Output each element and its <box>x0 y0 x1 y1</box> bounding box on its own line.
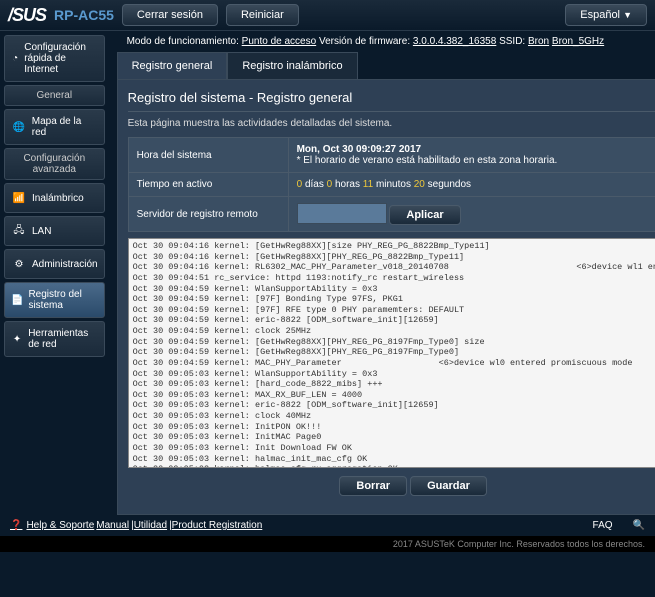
sidebar-item-network-map[interactable]: 🌐 Mapa de la red <box>4 109 105 145</box>
log-panel: Registro del sistema - Registro general … <box>117 79 655 515</box>
manual-link[interactable]: Manual <box>96 520 129 531</box>
sidebar-item-label: Registro del sistema <box>28 289 97 311</box>
system-time-label: Hora del sistema <box>128 138 288 173</box>
sidebar-item-label: Mapa de la red <box>32 116 98 138</box>
chevron-down-icon: ▼ <box>623 10 632 20</box>
globe-icon: 🌐 <box>11 119 27 135</box>
search-icon[interactable]: 🔍 <box>633 520 645 531</box>
sidebar-section-general: General <box>4 85 105 106</box>
firmware-link[interactable]: 3.0.0.4.382_16358 <box>413 36 496 47</box>
sidebar-item-network-tools[interactable]: ✦ Herramientas de red <box>4 321 105 357</box>
ssid-link-2[interactable]: Bron_5GHz <box>552 36 604 47</box>
sidebar-item-label: LAN <box>32 226 51 237</box>
apply-button[interactable]: Aplicar <box>389 205 460 225</box>
system-time-value: Mon, Oct 30 09:09:27 2017 <box>297 144 422 155</box>
help-link[interactable]: ❓ Help & Soporte <box>10 520 94 531</box>
sidebar-item-label: Herramientas de red <box>28 328 97 350</box>
remote-log-input[interactable] <box>297 203 387 224</box>
mode-label: Modo de funcionamiento: <box>127 36 239 47</box>
logout-button[interactable]: Cerrar sesión <box>122 4 218 26</box>
sidebar-item-quick-setup[interactable]: ◔ Configuración rápida de Internet <box>4 35 105 82</box>
header-bar: /SUS RP-AC55 Cerrar sesión Reiniciar Esp… <box>0 0 655 31</box>
row-system-time: Hora del sistema Mon, Oct 30 09:09:27 20… <box>128 138 655 173</box>
sidebar-item-administration[interactable]: ⚙ Administración <box>4 249 105 279</box>
content-area: Modo de funcionamiento: Punto de acceso … <box>109 31 655 515</box>
remote-log-label: Servidor de registro remoto <box>128 197 288 232</box>
row-remote-log: Servidor de registro remoto Aplicar <box>128 197 655 232</box>
help-label: Help & Soporte <box>26 520 94 531</box>
brand-logo: /SUS <box>8 5 46 26</box>
tab-bar: Registro general Registro inalámbrico <box>117 52 655 79</box>
uptime-days: 0 <box>297 179 303 190</box>
mode-link[interactable]: Punto de acceso <box>242 36 317 47</box>
panel-description: Esta página muestra las actividades deta… <box>128 118 655 129</box>
info-table: Hora del sistema Mon, Oct 30 09:09:27 20… <box>128 137 655 232</box>
faq-link[interactable]: FAQ <box>593 520 613 531</box>
uptime-seconds-unit: segundos <box>428 179 471 190</box>
wrench-icon: ✦ <box>11 331 23 347</box>
save-button[interactable]: Guardar <box>410 476 487 496</box>
uptime-minutes: 11 <box>363 179 373 190</box>
ssid-link-1[interactable]: Bron <box>528 36 549 47</box>
uptime-hours: 0 <box>327 179 333 190</box>
gauge-icon: ◔ <box>11 51 19 67</box>
gear-icon: ⚙ <box>11 256 27 272</box>
panel-title: Registro del sistema - Registro general <box>128 90 655 112</box>
sidebar: ◔ Configuración rápida de Internet Gener… <box>0 31 109 515</box>
lan-icon: 🖧 <box>11 223 27 239</box>
ssid-label: SSID: <box>499 36 525 47</box>
tab-general-log[interactable]: Registro general <box>117 52 228 79</box>
footer-bar: ❓ Help & Soporte Manual | Utilidad | Pro… <box>0 515 655 536</box>
uptime-seconds: 20 <box>414 179 425 190</box>
uptime-days-unit: días <box>305 179 324 190</box>
uptime-label: Tiempo en activo <box>128 173 288 197</box>
utility-link[interactable]: Utilidad <box>134 520 167 531</box>
question-icon: ❓ <box>10 520 22 531</box>
fw-label: Versión de firmware: <box>319 36 410 47</box>
sidebar-section-advanced: Configuración avanzada <box>4 148 105 180</box>
language-label: Español <box>580 9 620 21</box>
row-uptime: Tiempo en activo 0 días 0 horas 11 minut… <box>128 173 655 197</box>
clear-button[interactable]: Borrar <box>339 476 407 496</box>
sidebar-item-wireless[interactable]: 📶 Inalámbrico <box>4 183 105 213</box>
reboot-button[interactable]: Reiniciar <box>226 4 299 26</box>
log-textarea[interactable]: Oct 30 09:04:16 kernel: [GetHwReg88XX][s… <box>128 238 655 468</box>
wifi-icon: 📶 <box>11 190 27 206</box>
sidebar-item-label: Configuración rápida de Internet <box>24 42 97 75</box>
document-icon: 📄 <box>11 292 23 308</box>
sidebar-item-label: Administración <box>32 259 98 270</box>
copyright: 2017 ASUSTeK Computer Inc. Reservados to… <box>0 536 655 552</box>
info-bar: Modo de funcionamiento: Punto de acceso … <box>117 31 655 52</box>
tab-wireless-log[interactable]: Registro inalámbrico <box>227 52 357 79</box>
uptime-minutes-unit: minutos <box>376 179 411 190</box>
product-registration-link[interactable]: Product Registration <box>172 520 263 531</box>
dst-note: * El horario de verano está habilitado e… <box>297 155 558 166</box>
model-label: RP-AC55 <box>54 7 114 23</box>
sidebar-item-lan[interactable]: 🖧 LAN <box>4 216 105 246</box>
sidebar-item-label: Inalámbrico <box>32 193 84 204</box>
uptime-hours-unit: horas <box>335 179 360 190</box>
language-selector[interactable]: Español ▼ <box>565 4 647 26</box>
sidebar-item-system-log[interactable]: 📄 Registro del sistema <box>4 282 105 318</box>
